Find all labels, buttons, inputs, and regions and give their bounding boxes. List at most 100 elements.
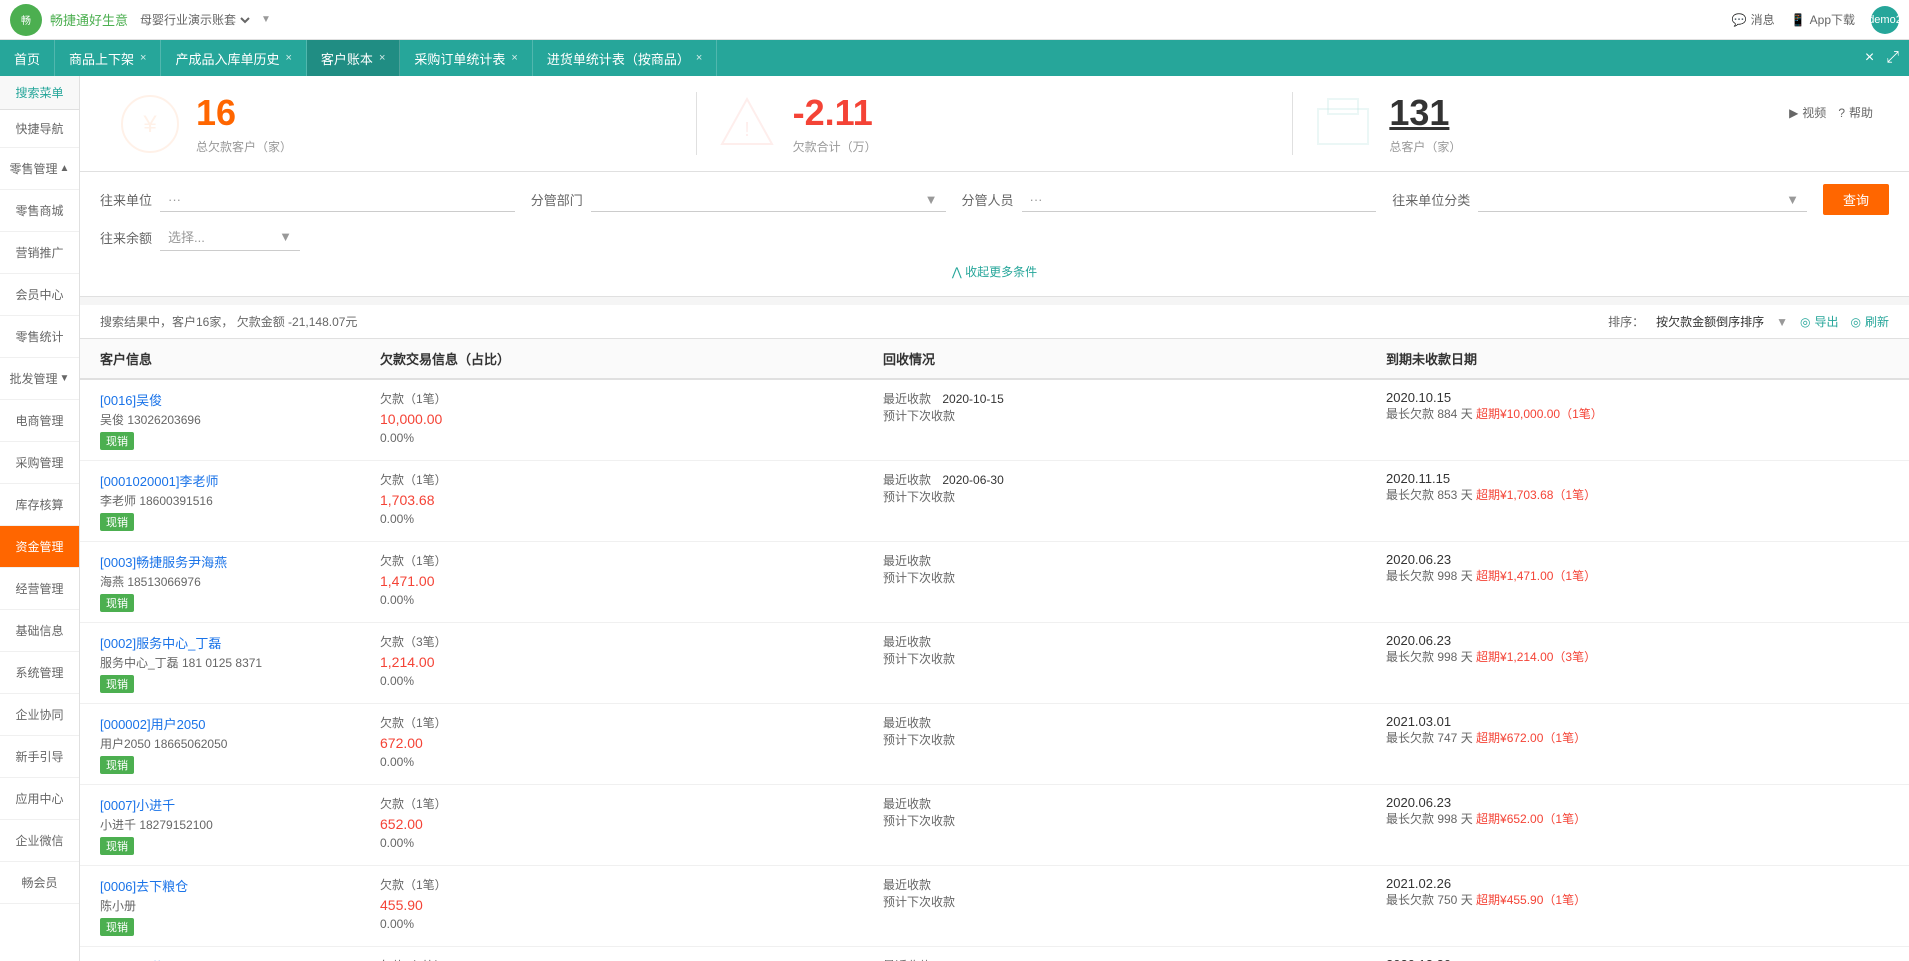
debt-amount[interactable]: 1,214.00 — [380, 654, 883, 670]
tab-home[interactable]: 首页 — [0, 40, 55, 76]
sidebar-item-system[interactable]: 系统管理 — [0, 652, 79, 694]
sidebar-item-operations[interactable]: 经营管理 — [0, 568, 79, 610]
customer-name-link[interactable]: [000002]用户2050 — [100, 717, 206, 732]
overdue-amount-link[interactable]: 超期¥672.00（1笔） — [1476, 731, 1586, 745]
overdue-amount-link[interactable]: 超期¥1,214.00（3笔） — [1476, 650, 1596, 664]
sidebar-item-app-center[interactable]: 应用中心 — [0, 778, 79, 820]
store-select[interactable]: 母婴行业演示账套 — [136, 12, 253, 28]
customer-name-link[interactable]: [0006]去下粮仓 — [100, 879, 188, 894]
sidebar-item-new-guide[interactable]: 新手引导 — [0, 736, 79, 778]
sidebar-item-marketing[interactable]: 营销推广 — [0, 232, 79, 274]
sidebar-item-retail-mgmt[interactable]: 零售管理 ▲ — [0, 148, 79, 190]
tab-customer-account[interactable]: 客户账本 × — [307, 40, 400, 76]
sidebar-item-ecommerce[interactable]: 电商管理 — [0, 400, 79, 442]
search-btn[interactable]: 查询 — [1823, 184, 1889, 215]
next-collection-label: 预计下次收款 — [883, 488, 1386, 505]
sidebar-item-inventory[interactable]: 库存核算 — [0, 484, 79, 526]
table-body: [0016]吴俊 吴俊 13026203696 现销 欠款（1笔） 10,000… — [80, 380, 1909, 961]
app-logo-icon: 畅 — [10, 4, 42, 36]
debt-percent: 0.00% — [380, 917, 883, 931]
due-date: 2020.06.23 — [1386, 552, 1889, 567]
messages-btn[interactable]: 💬 消息 — [1732, 11, 1775, 28]
debt-amount[interactable]: 455.90 — [380, 897, 883, 913]
next-collection-label: 预计下次收款 — [883, 650, 1386, 667]
quick-nav-label: 快捷导航 — [15, 122, 63, 136]
user-avatar-btn[interactable]: demo2 — [1871, 6, 1899, 34]
sidebar-item-enterprise-coop[interactable]: 企业协同 — [0, 694, 79, 736]
overdue-amount-link[interactable]: 超期¥1,471.00（1笔） — [1476, 569, 1596, 583]
customer-name-link[interactable]: [0003]畅捷服务尹海燕 — [100, 555, 227, 570]
export-icon: ◎ — [1800, 315, 1810, 329]
tab-inventory-stat[interactable]: 进货单统计表（按商品） × — [533, 40, 717, 76]
debt-amount[interactable]: 652.00 — [380, 816, 883, 832]
result-summary: 搜索结果中，客户16家， 欠款金额 -21,148.07元 排序： 按欠款金额倒… — [80, 305, 1909, 339]
tab-close-icon[interactable]: × — [696, 52, 702, 64]
tab-product-shelf[interactable]: 商品上下架 × — [55, 40, 161, 76]
debt-amount[interactable]: 1,703.68 — [380, 492, 883, 508]
main-layout: 搜索菜单 快捷导航 零售管理 ▲ 零售商城 营销推广 会员中心 零售统计 批发管… — [0, 76, 1909, 961]
sidebar-label-member-center: 会员中心 — [15, 288, 63, 302]
collection-cell: 最近收款 预计下次收款 — [883, 876, 1386, 910]
customer-name-link[interactable]: [0007]小进千 — [100, 798, 175, 813]
close-all-btn[interactable]: × — [1861, 47, 1878, 69]
source-unit-input[interactable]: ··· — [160, 188, 515, 212]
customer-name-link[interactable]: [0002]服务中心_丁磊 — [100, 636, 221, 651]
sidebar-item-retail-stats[interactable]: 零售统计 — [0, 316, 79, 358]
tab-purchase-order[interactable]: 采购订单统计表 × — [400, 40, 532, 76]
tab-close-icon[interactable]: × — [379, 52, 385, 64]
collapse-btn[interactable]: ⋀ 收起更多条件 — [100, 259, 1889, 284]
search-menu-btn[interactable]: 搜索菜单 — [0, 76, 79, 110]
stat-info-total: 131 总客户（家） — [1389, 92, 1461, 155]
top-header: 畅 畅捷通好生意 母婴行业演示账套 ▼ 💬 消息 📱 App下载 demo2 — [0, 0, 1909, 40]
sidebar-label-new-guide: 新手引导 — [15, 750, 63, 764]
sidebar-item-purchase[interactable]: 采购管理 — [0, 442, 79, 484]
sidebar-item-vip-member[interactable]: 畅会员 — [0, 862, 79, 904]
debt-amount[interactable]: 672.00 — [380, 735, 883, 751]
table-row: [0002]服务中心_丁磊 服务中心_丁磊 181 0125 8371 现销 欠… — [80, 623, 1909, 704]
expand-btn[interactable]: ⤢ — [1882, 47, 1903, 69]
tab-close-icon[interactable]: × — [140, 52, 146, 64]
quick-nav-item[interactable]: 快捷导航 — [0, 110, 79, 148]
unit-category-select[interactable]: ▼ — [1478, 188, 1807, 212]
due-date: 2021.02.26 — [1386, 876, 1889, 891]
balance-select[interactable]: 选择... ▼ — [160, 223, 300, 251]
last-collection-label: 最近收款 — [883, 795, 1386, 812]
app-download-btn[interactable]: 📱 App下载 — [1791, 11, 1855, 28]
sort-select[interactable]: 按欠款金额倒序排序 — [1656, 313, 1764, 330]
store-arrow-icon: ▼ — [261, 14, 271, 25]
customer-name-link[interactable]: [0016]吴俊 — [100, 393, 162, 408]
dept-select[interactable]: ▼ — [591, 188, 946, 212]
due-date-cell: 2020.06.23 最长欠款 998 天 超期¥1,214.00（3笔） — [1386, 633, 1889, 665]
sidebar-item-retail-mall[interactable]: 零售商城 — [0, 190, 79, 232]
filter-area: 往来单位 ··· 分管部门 ▼ 分管人员 ··· — [80, 172, 1909, 297]
refresh-btn[interactable]: ◎ 刷新 — [1851, 313, 1890, 330]
manager-input[interactable]: ··· — [1022, 188, 1377, 212]
sidebar-item-basic-info[interactable]: 基础信息 — [0, 610, 79, 652]
overdue-amount-link[interactable]: 超期¥455.90（1笔） — [1476, 893, 1586, 907]
tab-close-icon[interactable]: × — [285, 52, 291, 64]
table-row: [000002]用户2050 用户2050 18665062050 现销 欠款（… — [80, 704, 1909, 785]
source-unit-label: 往来单位 — [100, 190, 152, 209]
sidebar-item-finance[interactable]: 资金管理 — [0, 526, 79, 568]
overdue-amount-link[interactable]: 超期¥1,703.68（1笔） — [1476, 488, 1596, 502]
avatar: demo2 — [1871, 6, 1899, 34]
sidebar-item-enterprise-wechat[interactable]: 企业微信 — [0, 820, 79, 862]
export-btn[interactable]: ◎ 导出 — [1800, 313, 1839, 330]
sidebar-item-member-center[interactable]: 会员中心 — [0, 274, 79, 316]
debt-count: 欠款（1笔） — [380, 876, 883, 893]
sidebar-item-batch-mgmt[interactable]: 批发管理 ▼ — [0, 358, 79, 400]
video-btn[interactable]: ▶ 视频 — [1789, 104, 1826, 121]
source-unit-dots: ··· — [168, 192, 181, 207]
debt-info-cell: 欠款（1笔） 1,471.00 0.00% — [380, 552, 883, 607]
debt-amount[interactable]: 10,000.00 — [380, 411, 883, 427]
tab-product-history[interactable]: 产成品入库单历史 × — [161, 40, 306, 76]
customer-name-link[interactable]: [0001020001]李老师 — [100, 474, 219, 489]
overdue-amount-link[interactable]: 超期¥10,000.00（1笔） — [1476, 407, 1603, 421]
overdue-amount-link[interactable]: 超期¥652.00（1笔） — [1476, 812, 1586, 826]
tab-close-icon[interactable]: × — [511, 52, 517, 64]
debt-amount[interactable]: 1,471.00 — [380, 573, 883, 589]
svg-text:畅: 畅 — [21, 14, 31, 27]
last-collection-label: 最近收款 — [883, 876, 1386, 893]
overdue-days: 最长欠款 750 天 — [1386, 893, 1476, 907]
help-btn[interactable]: ? 帮助 — [1838, 104, 1873, 121]
